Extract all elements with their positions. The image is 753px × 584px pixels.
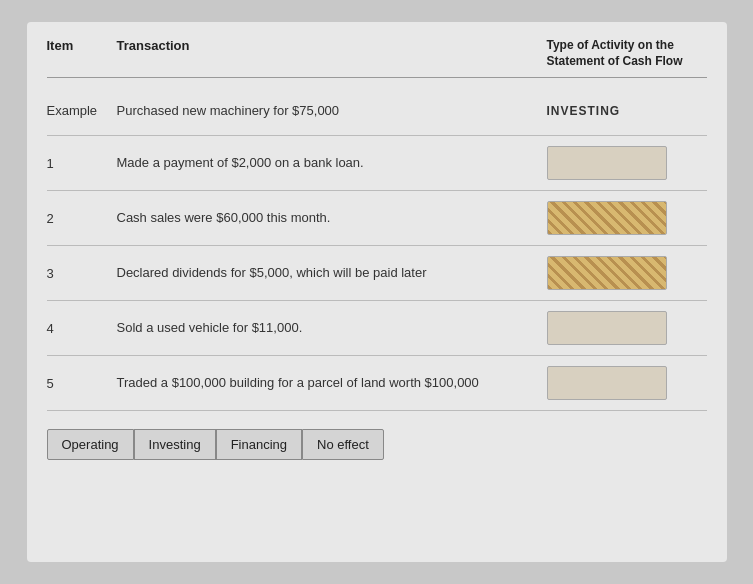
table-row: 5 Traded a $100,000 building for a parce…	[47, 356, 707, 411]
header-transaction: Transaction	[117, 38, 547, 69]
row-item-label: Example	[47, 103, 117, 118]
row-type-answer: INVESTING	[547, 104, 707, 118]
row-type-answer	[547, 366, 707, 400]
investing-button[interactable]: Investing	[134, 429, 216, 460]
row-transaction-text: Made a payment of $2,000 on a bank loan.	[117, 154, 547, 172]
table-row: 2 Cash sales were $60,000 this month.	[47, 191, 707, 246]
financing-button[interactable]: Financing	[216, 429, 302, 460]
table-row: Example Purchased new machinery for $75,…	[47, 86, 707, 136]
row-transaction-text: Sold a used vehicle for $11,000.	[117, 319, 547, 337]
answer-input-box[interactable]	[547, 201, 667, 235]
answer-input-box[interactable]	[547, 256, 667, 290]
row-type-answer	[547, 311, 707, 345]
row-transaction-text: Cash sales were $60,000 this month.	[117, 209, 547, 227]
answer-input-box[interactable]	[547, 366, 667, 400]
table-row: 3 Declared dividends for $5,000, which w…	[47, 246, 707, 301]
row-transaction-text: Purchased new machinery for $75,000	[117, 102, 547, 120]
table-header: Item Transaction Type of Activity on the…	[47, 38, 707, 78]
main-card: Item Transaction Type of Activity on the…	[27, 22, 727, 562]
answer-input-box[interactable]	[547, 146, 667, 180]
operating-button[interactable]: Operating	[47, 429, 134, 460]
row-item-label: 1	[47, 156, 117, 171]
answer-input-box[interactable]	[547, 311, 667, 345]
row-type-answer	[547, 146, 707, 180]
row-type-answer	[547, 256, 707, 290]
header-item: Item	[47, 38, 117, 69]
row-type-answer	[547, 201, 707, 235]
row-item-label: 3	[47, 266, 117, 281]
table-row: 4 Sold a used vehicle for $11,000.	[47, 301, 707, 356]
no-effect-button[interactable]: No effect	[302, 429, 384, 460]
row-item-label: 2	[47, 211, 117, 226]
row-item-label: 4	[47, 321, 117, 336]
row-transaction-text: Declared dividends for $5,000, which wil…	[117, 264, 547, 282]
row-item-label: 5	[47, 376, 117, 391]
row-transaction-text: Traded a $100,000 building for a parcel …	[117, 374, 547, 392]
table-row: 1 Made a payment of $2,000 on a bank loa…	[47, 136, 707, 191]
header-type: Type of Activity on the Statement of Cas…	[547, 38, 707, 69]
answer-buttons-group: Operating Investing Financing No effect	[47, 429, 707, 460]
